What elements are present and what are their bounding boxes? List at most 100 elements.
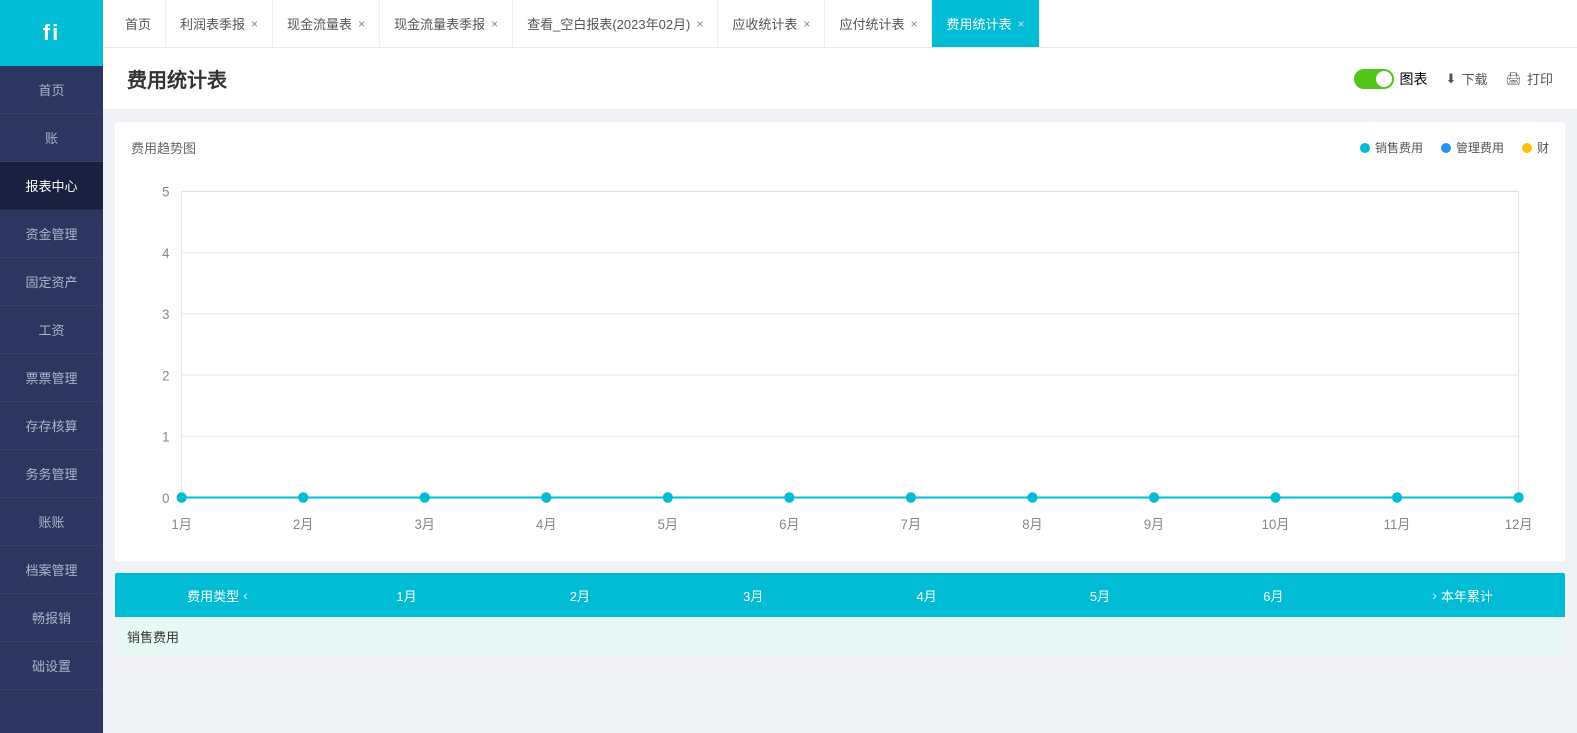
th-month-4: 4月: [840, 586, 1013, 605]
td-sales-type: 销售费用: [115, 627, 323, 646]
tab-payable-close[interactable]: ×: [910, 17, 917, 31]
tab-receivable[interactable]: 应收统计表 ×: [718, 0, 825, 48]
th-month-5: 5月: [1013, 586, 1186, 605]
tab-cashflow[interactable]: 现金流量表 ×: [273, 0, 380, 48]
sidebar-item-base-settings[interactable]: 础设置: [0, 642, 103, 690]
th-month-2: 2月: [493, 586, 666, 605]
tab-payable[interactable]: 应付统计表 ×: [825, 0, 932, 48]
svg-text:2: 2: [162, 368, 169, 383]
download-button[interactable]: ⬇ 下载: [1446, 69, 1488, 88]
svg-text:5月: 5月: [658, 517, 678, 532]
print-label: 打印: [1527, 69, 1553, 88]
th-month-3: 3月: [667, 586, 840, 605]
chart-toggle[interactable]: 图表: [1354, 69, 1428, 89]
svg-text:1月: 1月: [171, 517, 191, 532]
sidebar-item-fixed-assets[interactable]: 固定资产: [0, 258, 103, 306]
tab-payable-label: 应付统计表: [839, 14, 904, 33]
chart-title: 费用趋势图: [131, 138, 196, 157]
svg-text:5: 5: [162, 184, 169, 199]
svg-text:3月: 3月: [414, 517, 434, 532]
table-section: 费用类型 ‹ 1月 2月 3月 4月 5月 6月 › 本年累计 销售费用: [115, 573, 1565, 657]
svg-text:12月: 12月: [1505, 517, 1533, 532]
toggle-track[interactable]: [1354, 69, 1394, 89]
tab-blank-report-close[interactable]: ×: [696, 17, 703, 31]
legend-label-sales: 销售费用: [1375, 139, 1423, 156]
svg-text:9月: 9月: [1144, 517, 1164, 532]
table-row-sales-expense: 销售费用: [115, 617, 1565, 657]
legend-dot-finance: [1522, 143, 1532, 153]
line-chart-svg: 5 4 3 2 1 0: [131, 165, 1549, 545]
sidebar-item-sales-return[interactable]: 畅报销: [0, 594, 103, 642]
th-year-total-label: 本年累计: [1441, 586, 1493, 605]
sidebar-item-sub-account[interactable]: 账账: [0, 498, 103, 546]
nav-prev-arrow[interactable]: ‹: [243, 587, 248, 603]
legend-dot-mgmt: [1441, 143, 1451, 153]
tab-expense-stats[interactable]: 费用统计表 ×: [932, 0, 1039, 48]
legend-dot-sales: [1360, 143, 1370, 153]
svg-text:0: 0: [162, 491, 169, 506]
th-month-6: 6月: [1187, 586, 1360, 605]
tab-cashflow-quarter-close[interactable]: ×: [491, 17, 498, 31]
print-icon: 🖨: [1505, 71, 1522, 87]
svg-text:4: 4: [162, 246, 170, 261]
table-header: 费用类型 ‹ 1月 2月 3月 4月 5月 6月 › 本年累计: [115, 573, 1565, 617]
tab-expense-stats-close[interactable]: ×: [1017, 17, 1024, 31]
tab-cashflow-quarter[interactable]: 现金流量表季报 ×: [380, 0, 513, 48]
sidebar-item-home[interactable]: 首页: [0, 66, 103, 114]
sidebar-item-account[interactable]: 账: [0, 114, 103, 162]
tab-bar: 首页 利润表季报 × 现金流量表 × 现金流量表季报 × 查看_空白报表(202…: [103, 0, 1577, 48]
app-logo: fi: [0, 0, 103, 66]
nav-next-arrow[interactable]: ›: [1432, 587, 1437, 603]
tab-blank-report-label: 查看_空白报表(2023年02月): [527, 14, 690, 33]
legend-sales-expense: 销售费用: [1360, 139, 1423, 156]
tab-blank-report[interactable]: 查看_空白报表(2023年02月) ×: [513, 0, 718, 48]
download-icon: ⬇: [1446, 71, 1457, 87]
th-year-total: › 本年累计: [1360, 586, 1565, 605]
chart-container: 5 4 3 2 1 0: [131, 165, 1549, 545]
tab-expense-stats-label: 费用统计表: [946, 14, 1011, 33]
legend-label-mgmt: 管理费用: [1456, 139, 1504, 156]
legend-mgmt-expense: 管理费用: [1441, 139, 1504, 156]
th-type: 费用类型 ‹: [115, 586, 320, 605]
svg-text:7月: 7月: [901, 517, 921, 532]
svg-text:3: 3: [162, 307, 169, 322]
tab-profit-quarter-close[interactable]: ×: [251, 17, 258, 31]
th-month-1: 1月: [320, 586, 493, 605]
tab-profit-quarter[interactable]: 利润表季报 ×: [166, 0, 273, 48]
sidebar-item-archive-mgmt[interactable]: 档案管理: [0, 546, 103, 594]
download-label: 下载: [1461, 69, 1487, 88]
tab-cashflow-close[interactable]: ×: [358, 17, 365, 31]
sidebar: fi 首页 账 报表中心 资金管理 固定资产 工资 票票管理 存存核算 务务管理…: [0, 0, 103, 733]
header-actions: 图表 ⬇ 下载 🖨 打印: [1354, 69, 1553, 89]
svg-text:8月: 8月: [1022, 517, 1042, 532]
tab-receivable-label: 应收统计表: [732, 14, 797, 33]
chart-toggle-label: 图表: [1400, 69, 1428, 89]
tab-home[interactable]: 首页: [111, 0, 166, 48]
chart-section: 费用趋势图 销售费用 管理费用 财: [115, 122, 1565, 561]
svg-text:2月: 2月: [293, 517, 313, 532]
svg-text:1: 1: [162, 429, 169, 444]
toggle-thumb: [1376, 71, 1392, 87]
legend-label-finance: 财: [1537, 139, 1549, 156]
tab-cashflow-label: 现金流量表: [287, 14, 352, 33]
sidebar-item-inventory[interactable]: 存存核算: [0, 402, 103, 450]
svg-text:4月: 4月: [536, 517, 556, 532]
chart-header: 费用趋势图 销售费用 管理费用 财: [131, 138, 1549, 157]
sidebar-item-report-center[interactable]: 报表中心: [0, 162, 103, 210]
legend-finance-expense: 财: [1522, 139, 1549, 156]
page-title: 费用统计表: [127, 64, 227, 93]
tab-cashflow-quarter-label: 现金流量表季报: [394, 14, 485, 33]
th-type-label: 费用类型: [187, 586, 239, 605]
svg-text:11月: 11月: [1384, 517, 1411, 532]
svg-text:6月: 6月: [779, 517, 799, 532]
chart-legend: 销售费用 管理费用 财: [1360, 139, 1549, 156]
main-area: 首页 利润表季报 × 现金流量表 × 现金流量表季报 × 查看_空白报表(202…: [103, 0, 1577, 733]
svg-text:10月: 10月: [1262, 517, 1290, 532]
sidebar-item-invoice-mgmt[interactable]: 票票管理: [0, 354, 103, 402]
print-button[interactable]: 🖨 打印: [1505, 69, 1553, 88]
sidebar-item-fund-mgmt[interactable]: 资金管理: [0, 210, 103, 258]
tab-receivable-close[interactable]: ×: [803, 17, 810, 31]
sidebar-item-payroll[interactable]: 工资: [0, 306, 103, 354]
sidebar-item-service-mgmt[interactable]: 务务管理: [0, 450, 103, 498]
page-header: 费用统计表 图表 ⬇ 下载 🖨 打印: [103, 48, 1577, 110]
